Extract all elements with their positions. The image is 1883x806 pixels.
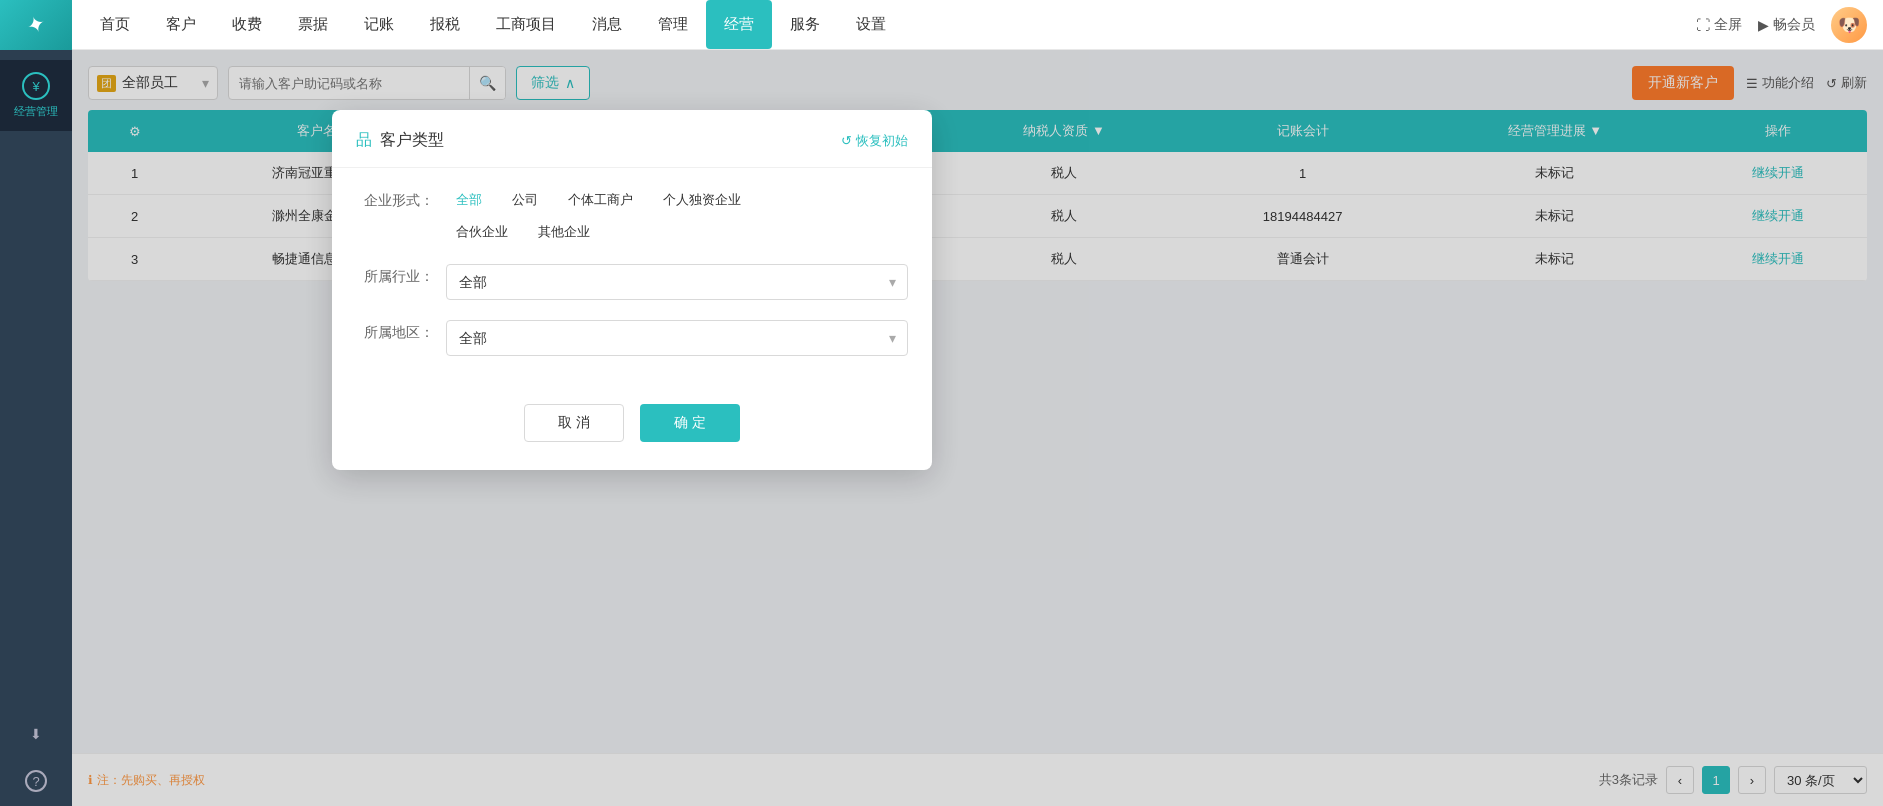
option-all[interactable]: 全部	[446, 188, 492, 212]
modal-title: 品 客户类型	[356, 130, 444, 151]
modal-body: 企业形式： 全部 公司 个体工商户 个人独资企业 合伙企业 其他企业 所属	[332, 168, 932, 396]
sidebar: ¥ 经营管理 ⬇ ?	[0, 50, 72, 806]
cancel-button[interactable]: 取 消	[524, 404, 624, 442]
download-icon: ⬇	[30, 726, 42, 742]
nav-operation[interactable]: 经营	[706, 0, 772, 49]
logo-icon: ✦	[23, 9, 49, 40]
nav-customer[interactable]: 客户	[148, 0, 214, 49]
enterprise-form-label: 企业形式：	[356, 188, 446, 210]
sidebar-bottom: ⬇ ?	[25, 712, 47, 806]
reset-button[interactable]: ↺ 恢复初始	[841, 132, 908, 150]
modal-title-icon: 品	[356, 130, 372, 151]
confirm-button[interactable]: 确 定	[640, 404, 740, 442]
nav-bookkeeping[interactable]: 记账	[346, 0, 412, 49]
nav-manage[interactable]: 管理	[640, 0, 706, 49]
top-navigation: ✦ 首页 客户 收费 票据 记账 报税 工商项目 消息 管理 经营 服务 设置 …	[0, 0, 1883, 50]
region-form-row: 所属地区： 全部	[356, 320, 908, 356]
enterprise-form-row: 企业形式： 全部 公司 个体工商户 个人独资企业 合伙企业 其他企业	[356, 188, 908, 244]
tag-group-2: 合伙企业 其他企业	[446, 220, 908, 244]
management-icon: ¥	[22, 72, 50, 100]
nav-fees[interactable]: 收费	[214, 0, 280, 49]
filter-modal: 品 客户类型 ↺ 恢复初始 企业形式： 全部 公司 个体工商户 个人独资企业	[332, 110, 932, 470]
region-select[interactable]: 全部	[446, 320, 908, 356]
help-button[interactable]: ?	[25, 756, 47, 806]
avatar[interactable]: 🐶	[1831, 7, 1867, 43]
nav-service[interactable]: 服务	[772, 0, 838, 49]
nav-items: 首页 客户 收费 票据 记账 报税 工商项目 消息 管理 经营 服务 设置	[72, 0, 914, 49]
option-partnership[interactable]: 合伙企业	[446, 220, 518, 244]
help-icon: ?	[25, 770, 47, 792]
industry-select[interactable]: 全部	[446, 264, 908, 300]
option-company[interactable]: 公司	[502, 188, 548, 212]
industry-form-row: 所属行业： 全部	[356, 264, 908, 300]
option-sole[interactable]: 个人独资企业	[653, 188, 751, 212]
modal-footer: 取 消 确 定	[332, 396, 932, 442]
industry-select-wrap: 全部	[446, 264, 908, 300]
tag-group: 全部 公司 个体工商户 个人独资企业	[446, 188, 908, 212]
fullscreen-icon: ⛶	[1696, 17, 1710, 33]
nav-bills[interactable]: 票据	[280, 0, 346, 49]
download-button[interactable]: ⬇	[25, 712, 47, 756]
option-other[interactable]: 其他企业	[528, 220, 600, 244]
reset-icon: ↺	[841, 133, 852, 148]
nav-right: ⛶ 全屏 ▶ 畅会员 🐶	[1696, 7, 1883, 43]
region-label: 所属地区：	[356, 320, 446, 342]
region-select-wrap: 全部	[446, 320, 908, 356]
fullscreen-button[interactable]: ⛶ 全屏	[1696, 16, 1742, 34]
sidebar-item-management[interactable]: ¥ 经营管理	[0, 60, 72, 131]
enterprise-form-options: 全部 公司 个体工商户 个人独资企业 合伙企业 其他企业	[446, 188, 908, 244]
nav-message[interactable]: 消息	[574, 0, 640, 49]
logo-area: ✦	[0, 0, 72, 50]
industry-label: 所属行业：	[356, 264, 446, 286]
nav-tax[interactable]: 报税	[412, 0, 478, 49]
nav-settings[interactable]: 设置	[838, 0, 904, 49]
play-icon: ▶	[1758, 17, 1769, 33]
modal-overlay: 品 客户类型 ↺ 恢复初始 企业形式： 全部 公司 个体工商户 个人独资企业	[72, 50, 1883, 806]
option-individual[interactable]: 个体工商户	[558, 188, 643, 212]
member-button[interactable]: ▶ 畅会员	[1758, 16, 1815, 34]
nav-home[interactable]: 首页	[82, 0, 148, 49]
modal-header: 品 客户类型 ↺ 恢复初始	[332, 110, 932, 168]
nav-industry[interactable]: 工商项目	[478, 0, 574, 49]
